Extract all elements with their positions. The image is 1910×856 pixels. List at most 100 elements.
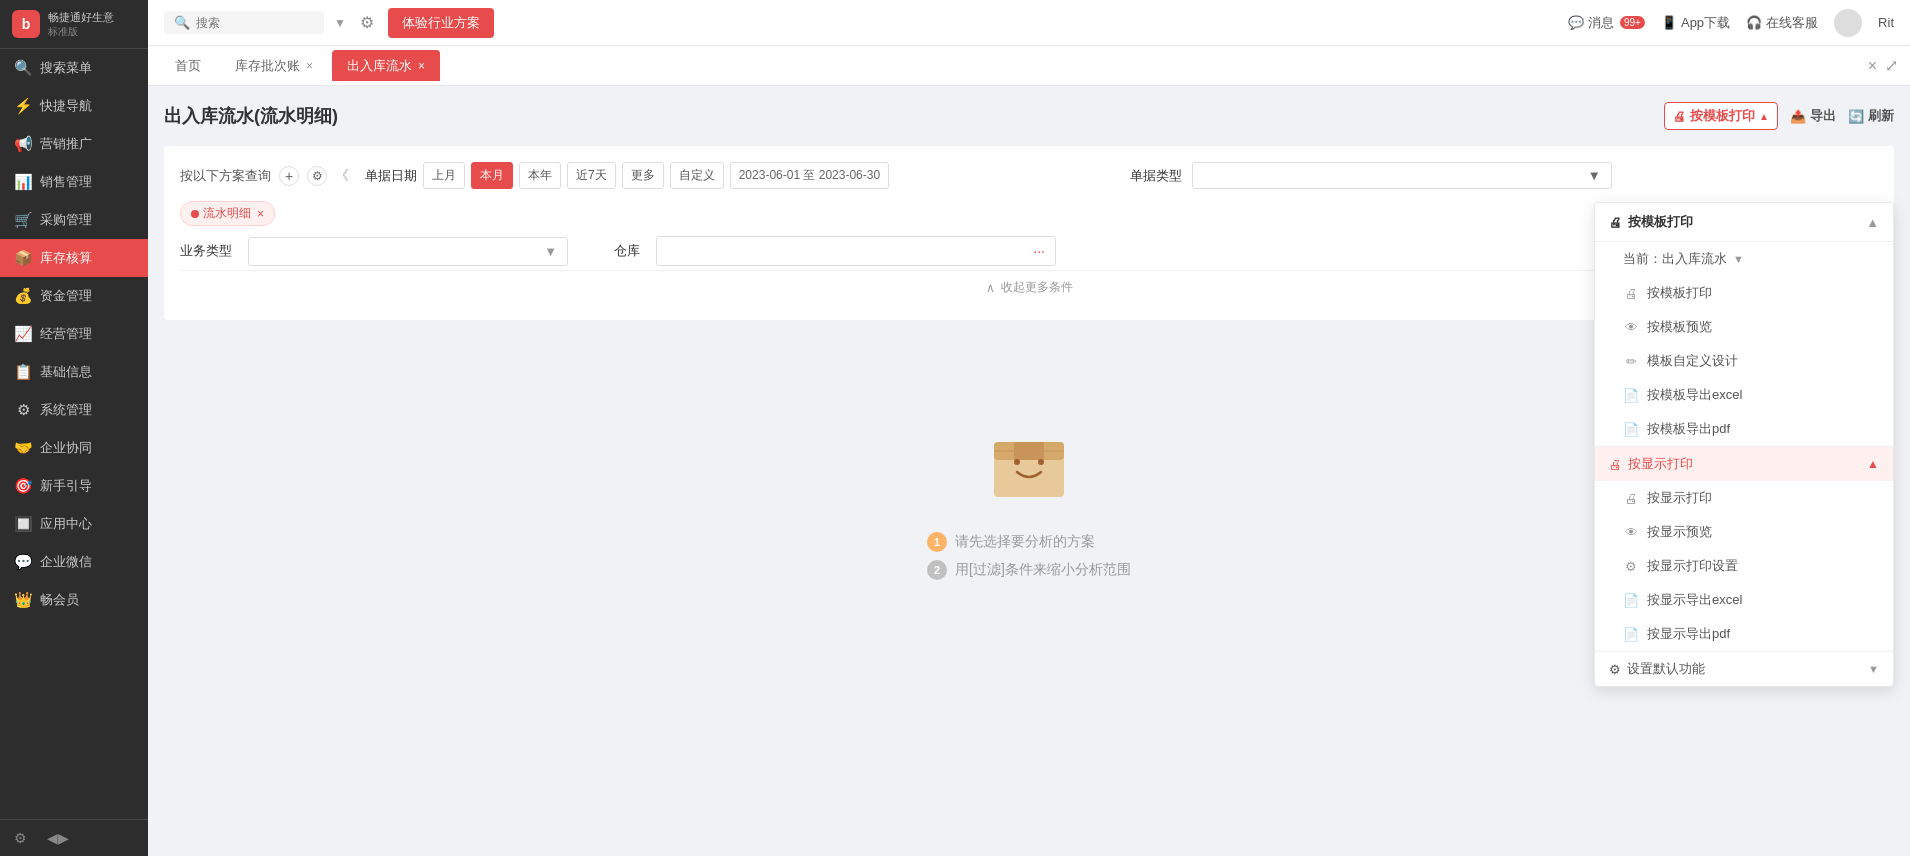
dropdown-item-display-settings[interactable]: ⚙ 按显示打印设置	[1595, 549, 1893, 583]
dropdown-item-template-custom[interactable]: ✏ 模板自定义设计	[1595, 344, 1893, 378]
date-btn-last-month[interactable]: 上月	[423, 162, 465, 189]
refresh-button[interactable]: 🔄 刷新	[1848, 107, 1894, 125]
content-area: 出入库流水(流水明细) 🖨 按模板打印 ▲ 📤 导出 🔄 刷新	[148, 86, 1910, 856]
topbar-dropdown-arrow[interactable]: ▼	[334, 16, 346, 30]
sidebar-item-label: 应用中心	[40, 515, 92, 533]
filter-add-button[interactable]: +	[279, 166, 299, 186]
filter-collapse-button[interactable]: 《	[335, 167, 349, 185]
sidebar-item-app-center[interactable]: 🔲 应用中心	[0, 505, 148, 543]
topbar-search-box[interactable]: 🔍	[164, 11, 324, 34]
service-icon: 🎧	[1746, 15, 1762, 30]
svg-point-3	[1014, 459, 1020, 465]
sidebar-settings-button[interactable]: ⚙	[14, 830, 27, 846]
dropdown-item-display-print[interactable]: 🖨 按显示打印	[1595, 481, 1893, 515]
basics-icon: 📋	[14, 363, 32, 381]
sidebar-collapse-button[interactable]: ◀▶	[47, 830, 69, 846]
sidebar-item-cooperation[interactable]: 🤝 企业协同	[0, 429, 148, 467]
refresh-label: 刷新	[1868, 107, 1894, 125]
step-2-text: 用[过滤]条件来缩小分析范围	[955, 561, 1131, 579]
collapse-label: 收起更多条件	[1001, 279, 1073, 296]
dropdown-collapse-arrow[interactable]: ▲	[1866, 215, 1879, 230]
sidebar-item-system[interactable]: ⚙ 系统管理	[0, 391, 148, 429]
tab-home[interactable]: 首页	[160, 50, 216, 81]
print-dropdown-panel: 🖨 按模板打印 ▲ 当前：出入库流水 ▼ 🖨 按模板打印	[1594, 202, 1894, 687]
display-section-header[interactable]: 🖨 按显示打印 ▲	[1595, 447, 1893, 481]
sidebar-item-operations[interactable]: 📈 经营管理	[0, 315, 148, 353]
trial-button[interactable]: 体验行业方案	[388, 8, 494, 38]
display-settings-icon: ⚙	[1623, 558, 1639, 574]
dropdown-item-display-excel[interactable]: 📄 按显示导出excel	[1595, 583, 1893, 617]
tab-flow[interactable]: 出入库流水 ×	[332, 50, 440, 81]
sidebar-item-quick-nav[interactable]: ⚡ 快捷导航	[0, 87, 148, 125]
flow-type-close[interactable]: ×	[257, 207, 264, 221]
biz-type-select[interactable]: ▼	[248, 237, 568, 266]
dropdown-item-template-pdf[interactable]: 📄 按模板导出pdf	[1595, 412, 1893, 446]
display-section-title: 🖨 按显示打印	[1609, 455, 1693, 473]
display-print-icon: 🖨	[1609, 457, 1622, 472]
tab-batch[interactable]: 库存批次账 ×	[220, 50, 328, 81]
message-button[interactable]: 💬 消息 99+	[1568, 14, 1645, 32]
sidebar-item-search[interactable]: 🔍 搜索菜单	[0, 49, 148, 87]
dropdown-item-template-print[interactable]: 🖨 按模板打印	[1595, 276, 1893, 310]
date-btn-this-year[interactable]: 本年	[519, 162, 561, 189]
online-service-button[interactable]: 🎧 在线客服	[1746, 14, 1818, 32]
sidebar-item-marketing[interactable]: 📢 营销推广	[0, 125, 148, 163]
sidebar-item-inventory[interactable]: 📦 库存核算	[0, 239, 148, 277]
service-label: 在线客服	[1766, 14, 1818, 32]
tab-flow-label: 出入库流水	[347, 57, 412, 75]
template-custom-icon: ✏	[1623, 353, 1639, 369]
tab-batch-close[interactable]: ×	[306, 60, 313, 72]
dropdown-footer-arrow: ▼	[1868, 663, 1879, 675]
page-title: 出入库流水(流水明细)	[164, 104, 338, 128]
sidebar-item-enterprise-wechat[interactable]: 💬 企业微信	[0, 543, 148, 581]
tab-expand-icon[interactable]: ⤢	[1885, 56, 1898, 75]
sidebar-item-basics[interactable]: 📋 基础信息	[0, 353, 148, 391]
sidebar-item-guide[interactable]: 🎯 新手引导	[0, 467, 148, 505]
sidebar-logo: b 畅捷通好生意 标准版	[0, 0, 148, 49]
sidebar-item-finance[interactable]: 💰 资金管理	[0, 277, 148, 315]
print-button[interactable]: 🖨 按模板打印 ▲	[1664, 102, 1778, 130]
sidebar-item-sales[interactable]: 📊 销售管理	[0, 163, 148, 201]
app-download-button[interactable]: 📱 App下载	[1661, 14, 1730, 32]
template-preview-icon: 👁	[1623, 319, 1639, 335]
sidebar-item-label: 销售管理	[40, 173, 92, 191]
sidebar-item-member[interactable]: 👑 畅会员	[0, 581, 148, 619]
dropdown-footer[interactable]: ⚙ 设置默认功能 ▼	[1595, 652, 1893, 686]
filter-gear-button[interactable]: ⚙	[307, 166, 327, 186]
sidebar-item-purchase[interactable]: 🛒 采购管理	[0, 201, 148, 239]
app-name: 畅捷通好生意 标准版	[48, 10, 114, 37]
dropdown-item-template-preview[interactable]: 👁 按模板预览	[1595, 310, 1893, 344]
flow-type-tag[interactable]: 流水明细 ×	[180, 201, 275, 226]
topbar-gear-icon[interactable]: ⚙	[360, 13, 374, 32]
search-input[interactable]	[196, 16, 296, 30]
date-btn-this-month[interactable]: 本月	[471, 162, 513, 189]
user-avatar[interactable]	[1834, 9, 1862, 37]
tab-flow-close[interactable]: ×	[418, 60, 425, 72]
tab-close-all-icon[interactable]: ×	[1868, 57, 1877, 75]
filter-label-text: 按以下方案查询	[180, 167, 271, 185]
voucher-type-select[interactable]: ▼	[1192, 162, 1612, 189]
dropdown-item-template-excel[interactable]: 📄 按模板导出excel	[1595, 378, 1893, 412]
username-label[interactable]: Rit	[1878, 15, 1894, 30]
operations-icon: 📈	[14, 325, 32, 343]
biz-type-label: 业务类型	[180, 242, 232, 260]
refresh-icon: 🔄	[1848, 109, 1864, 124]
date-btn-custom[interactable]: 自定义	[670, 162, 724, 189]
dropdown-title: 🖨 按模板打印	[1609, 213, 1693, 231]
export-button[interactable]: 📤 导出	[1790, 107, 1836, 125]
date-btn-last-7-days[interactable]: 近7天	[567, 162, 616, 189]
message-badge: 99+	[1620, 16, 1645, 29]
export-label: 导出	[1810, 107, 1836, 125]
date-range-picker[interactable]: 2023-06-01 至 2023-06-30	[730, 162, 889, 189]
dropdown-header: 🖨 按模板打印 ▲	[1595, 203, 1893, 242]
guide-icon: 🎯	[14, 477, 32, 495]
warehouse-select[interactable]: ···	[656, 236, 1056, 266]
dropdown-current: 当前：出入库流水 ▼	[1595, 242, 1893, 276]
sidebar: b 畅捷通好生意 标准版 🔍 搜索菜单 ⚡ 快捷导航 📢 营销推广 📊 销售管理…	[0, 0, 148, 856]
set-default-label: ⚙ 设置默认功能	[1609, 660, 1705, 678]
tabs-right-actions: × ⤢	[1868, 56, 1898, 75]
date-btn-more[interactable]: 更多	[622, 162, 664, 189]
warehouse-more-icon[interactable]: ···	[1033, 243, 1045, 259]
dropdown-item-display-pdf[interactable]: 📄 按显示导出pdf	[1595, 617, 1893, 651]
dropdown-item-display-preview[interactable]: 👁 按显示预览	[1595, 515, 1893, 549]
